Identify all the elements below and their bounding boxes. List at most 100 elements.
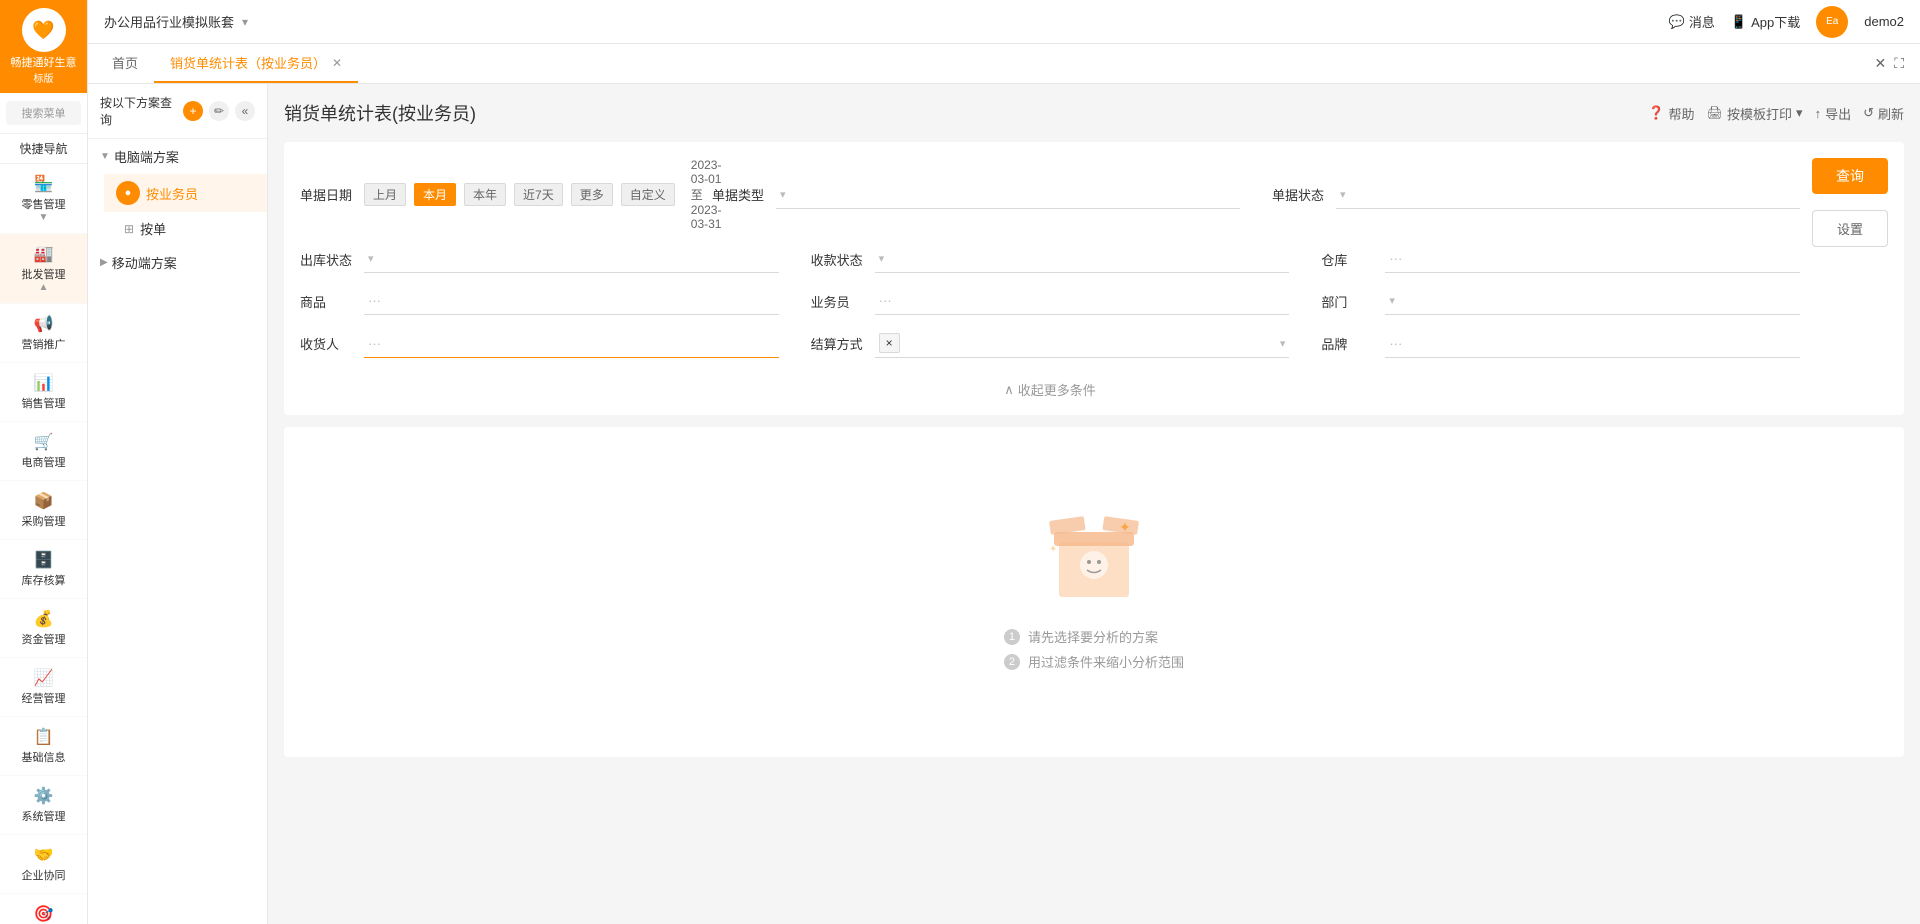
left-panel-actions: + ✏ « [183, 101, 255, 121]
filter-doc-status: 单据状态 ▾ [1272, 181, 1800, 209]
out-status-label: 出库状态 [300, 250, 356, 269]
settlement-dropdown-icon: ▾ [1280, 337, 1286, 350]
app-logo[interactable]: 🧡 畅捷通好生意 标版 [0, 0, 87, 93]
filter-row-4: 收货人 ··· 结算方式 × [300, 329, 1800, 358]
tab-sales-stat[interactable]: 销货单统计表（按业务员） ✕ [154, 44, 358, 83]
consignee-input[interactable]: ··· [364, 330, 779, 358]
collapse-panel-btn[interactable]: « [235, 101, 255, 121]
left-panel-header: 按以下方案查询 + ✏ « [88, 84, 267, 139]
tree-item-pc[interactable]: ▼ 电脑端方案 [88, 139, 267, 174]
sidebar-item-operations[interactable]: 📈 经营管理 [0, 658, 87, 717]
app-download-icon: 📱 [1731, 14, 1747, 30]
help-label: 帮助 [1668, 104, 1694, 123]
staff-input[interactable]: ··· [875, 287, 1290, 315]
sidebar-item-label: 批发管理 [22, 266, 66, 282]
search-menu-section: 搜索菜单 [0, 93, 87, 134]
sidebar-item-retail[interactable]: 🏪 零售管理 ▼ [0, 164, 87, 234]
tab-expand-btn[interactable]: ⛶ [1894, 55, 1904, 72]
sidebar-item-enterprise[interactable]: 🤝 企业协同 [0, 835, 87, 894]
sidebar-item-finance[interactable]: 💰 资金管理 [0, 599, 87, 658]
page-actions: ❓ 帮助 🖨 按模板打印 ▾ ↑ 导出 ↺ 刷新 [1648, 104, 1904, 123]
tab-close-all-btn[interactable]: ✕ [1874, 55, 1886, 72]
retail-arrow: ▼ [39, 212, 49, 223]
by-order-scheme-label: 按单 [140, 219, 166, 238]
tree-child-by-order[interactable]: ⊞ 按单 [104, 212, 267, 245]
add-scheme-btn[interactable]: + [183, 101, 203, 121]
refresh-btn[interactable]: ↺ 刷新 [1863, 104, 1904, 123]
app-download-btn[interactable]: 📱 App下载 [1731, 12, 1800, 31]
filter-warehouse: 仓库 ··· [1321, 245, 1800, 273]
sidebar-item-ecommerce[interactable]: 🛒 电商管理 [0, 422, 87, 481]
user-avatar[interactable]: Ea [1816, 6, 1848, 38]
action-col: 查询 设置 [1800, 158, 1888, 407]
export-icon: ↑ [1815, 106, 1822, 121]
sidebar-item-label: 系统管理 [22, 808, 66, 824]
sidebar-item-newbie[interactable]: 🎯 新手引导 [0, 894, 87, 924]
edit-icon: ✏ [214, 104, 224, 118]
tab-sales-stat-label: 销货单统计表（按业务员） [170, 53, 326, 72]
edit-scheme-btn[interactable]: ✏ [209, 101, 229, 121]
doc-type-input[interactable]: ▾ [776, 181, 1240, 209]
sidebar-item-system[interactable]: ⚙️ 系统管理 [0, 776, 87, 835]
goods-input[interactable]: ··· [364, 287, 779, 315]
sidebar-item-label: 零售管理 [22, 196, 66, 212]
more-date-btn[interactable]: 更多 [571, 183, 613, 206]
empty-tips: 请先选择要分析的方案 用过滤条件来缩小分析范围 [1004, 627, 1184, 677]
user-avatar-text: Ea [1826, 16, 1838, 27]
this-year-btn[interactable]: 本年 [464, 183, 506, 206]
right-content: 销货单统计表(按业务员) ❓ 帮助 🖨 按模板打印 ▾ ↑ 导出 [268, 84, 1920, 924]
receive-status-input[interactable]: ▾ [875, 245, 1290, 273]
warehouse-dots-icon: ··· [1389, 251, 1402, 266]
doc-status-input[interactable]: ▾ [1336, 181, 1800, 209]
settlement-tag-close[interactable]: × [886, 336, 893, 350]
filter-row-3: 商品 ··· 业务员 ··· [300, 287, 1800, 315]
doc-type-label: 单据类型 [712, 185, 768, 204]
tab-home[interactable]: 首页 [96, 44, 154, 83]
company-dropdown-btn[interactable]: ▾ [242, 15, 248, 29]
tip2-text: 用过滤条件来缩小分析范围 [1028, 652, 1184, 671]
sidebar-item-purchase[interactable]: 📦 采购管理 [0, 481, 87, 540]
warehouse-input[interactable]: ··· [1385, 245, 1800, 273]
dept-input[interactable]: ▾ [1385, 287, 1800, 315]
tree-item-mobile[interactable]: ▶ 移动端方案 [88, 245, 267, 280]
settings-btn[interactable]: 设置 [1812, 210, 1888, 247]
tabbar-right: ✕ ⛶ [1874, 44, 1912, 83]
query-btn[interactable]: 查询 [1812, 158, 1888, 194]
quick-nav-btn[interactable]: 快捷导航 [0, 134, 87, 164]
help-btn[interactable]: ❓ 帮助 [1648, 104, 1694, 123]
tree-child-by-staff[interactable]: ● 按业务员 [104, 174, 267, 212]
retail-icon: 🏪 [34, 174, 54, 194]
collapse-btn[interactable]: ∧ 收起更多条件 [308, 380, 1792, 399]
box-svg: ✦ ✦ [1034, 507, 1154, 607]
print-dropdown-icon: ▾ [1796, 105, 1803, 121]
custom-date-btn[interactable]: 自定义 [621, 183, 675, 206]
print-btn[interactable]: 🖨 按模板打印 ▾ [1707, 104, 1803, 123]
sidebar-item-sales[interactable]: 📊 销售管理 [0, 363, 87, 422]
last7-btn[interactable]: 近7天 [514, 183, 563, 206]
filter-row-1: 单据日期 上月 本月 本年 近7天 更多 自定义 2023-03-01 至 20… [300, 158, 1800, 231]
logo-icon: 🧡 [22, 8, 66, 52]
filter-doc-type: 单据类型 ▾ [712, 181, 1240, 209]
tab-sales-stat-close[interactable]: ✕ [332, 56, 342, 70]
sidebar-item-inventory[interactable]: 🗄️ 库存核算 [0, 540, 87, 599]
wholesale-arrow: ▲ [39, 282, 49, 293]
last-month-btn[interactable]: 上月 [364, 183, 406, 206]
sidebar-item-basic[interactable]: 📋 基础信息 [0, 717, 87, 776]
settlement-input[interactable]: × ▾ [875, 329, 1290, 358]
pc-children: ● 按业务员 ⊞ 按单 [88, 174, 267, 245]
sidebar-item-wholesale[interactable]: 🏭 批发管理 ▲ [0, 234, 87, 304]
export-btn[interactable]: ↑ 导出 [1815, 104, 1852, 123]
empty-state: ✦ ✦ 请先选择要分析的方案 用过滤条件来缩小分 [284, 427, 1904, 757]
brand-dots-icon: ··· [1389, 336, 1402, 351]
enterprise-icon: 🤝 [34, 845, 54, 865]
wholesale-icon: 🏭 [34, 244, 54, 264]
brand-input[interactable]: ··· [1385, 330, 1800, 358]
sidebar-item-marketing[interactable]: 📢 营销推广 [0, 304, 87, 363]
goods-label: 商品 [300, 292, 356, 311]
out-status-input[interactable]: ▾ [364, 245, 779, 273]
message-btn[interactable]: 💬 消息 [1669, 12, 1715, 31]
collapse-label: 收起更多条件 [1018, 380, 1096, 399]
ecommerce-icon: 🛒 [34, 432, 54, 452]
search-menu-btn[interactable]: 搜索菜单 [6, 101, 81, 125]
this-month-btn[interactable]: 本月 [414, 183, 456, 206]
